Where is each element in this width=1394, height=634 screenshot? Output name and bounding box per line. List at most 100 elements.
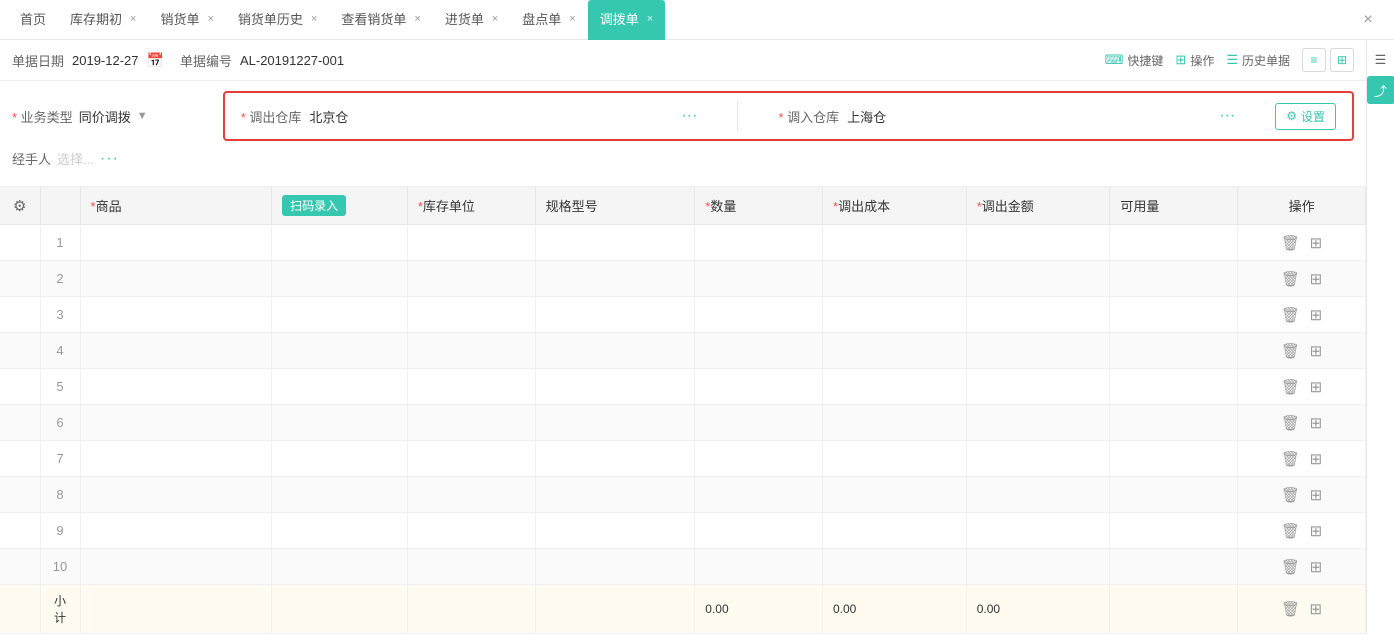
tab-sales-history[interactable]: 销货单历史 × (226, 0, 329, 40)
row-qty-8[interactable] (695, 477, 823, 513)
row-product-3[interactable] (80, 297, 272, 333)
row-amount-8 (966, 477, 1110, 513)
row-copy-icon[interactable]: ⊞ (1309, 601, 1322, 618)
row-unit-5 (407, 369, 535, 405)
tab-transfer[interactable]: 调拨单 × (588, 0, 665, 40)
handler-more-icon[interactable]: ··· (100, 150, 119, 168)
row-9-delete-icon[interactable]: 🗑 (1281, 523, 1300, 540)
target-warehouse-more-icon[interactable]: ··· (1219, 107, 1235, 125)
window-close-button[interactable]: × (1354, 6, 1382, 34)
action-label: 操作 (1190, 52, 1214, 69)
form-section: 业务类型 同价调拨 ▼ 调出仓库 北京仓 ··· 调入仓库 上海仓 ··· (0, 81, 1366, 187)
tab-sales-order[interactable]: 销货单 × (148, 0, 225, 40)
row-qty-1[interactable] (695, 225, 823, 261)
row-qty-7[interactable] (695, 441, 823, 477)
row-5-delete-icon[interactable]: 🗑 (1281, 379, 1300, 396)
row-spec-2 (535, 261, 695, 297)
calendar-icon[interactable]: 📅 (147, 52, 164, 69)
tab-purchase-order-close[interactable]: × (492, 13, 498, 25)
tab-view-sales[interactable]: 查看销货单 × (329, 0, 432, 40)
tab-inventory-close[interactable]: × (569, 13, 575, 25)
row-qty-9[interactable] (695, 513, 823, 549)
row-spec-3 (535, 297, 695, 333)
main-content: 单据日期 2019-12-27 📅 单据编号 AL-20191227-001 ⌨… (0, 40, 1366, 634)
row-10-copy-icon[interactable]: ⊞ (1310, 559, 1323, 576)
right-sidebar: ☰ ⤴ (1366, 40, 1394, 634)
row-3-copy-icon[interactable]: ⊞ (1310, 307, 1323, 324)
row-3-delete-icon[interactable]: 🗑 (1281, 307, 1300, 324)
row-product-1[interactable] (80, 225, 272, 261)
row-2-delete-icon[interactable]: 🗑 (1281, 271, 1300, 288)
layout-list-button[interactable]: ≡ (1302, 48, 1326, 72)
row-avail-9 (1110, 513, 1238, 549)
tab-view-sales-close[interactable]: × (414, 13, 420, 25)
row-6-delete-icon[interactable]: 🗑 (1281, 415, 1300, 432)
subtotal-amount: 0.00 (966, 585, 1110, 634)
row-qty-10[interactable] (695, 549, 823, 585)
row-7-copy-icon[interactable]: ⊞ (1310, 451, 1323, 468)
row-4-copy-icon[interactable]: ⊞ (1310, 343, 1323, 360)
row-ops-3: 🗑 ⊞ (1238, 297, 1366, 333)
tab-init-inventory[interactable]: 库存期初 × (58, 0, 148, 40)
row-product-2[interactable] (80, 261, 272, 297)
business-type-select[interactable]: 同价调拨 ▼ (79, 107, 199, 126)
row-1-delete-icon[interactable]: 🗑 (1281, 235, 1300, 252)
row-avail-5 (1110, 369, 1238, 405)
row-8-copy-icon[interactable]: ⊞ (1310, 487, 1323, 504)
source-warehouse-more-icon[interactable]: ··· (681, 107, 697, 125)
subtotal-product (80, 585, 272, 634)
tab-transfer-close[interactable]: × (647, 13, 653, 25)
tab-init-inventory-close[interactable]: × (130, 13, 136, 25)
row-gear-3 (0, 297, 40, 333)
row-product-7[interactable] (80, 441, 272, 477)
row-5-copy-icon[interactable]: ⊞ (1310, 379, 1323, 396)
row-spec-8 (535, 477, 695, 513)
action-button[interactable]: ⊞ 操作 (1175, 52, 1214, 69)
row-qty-2[interactable] (695, 261, 823, 297)
sidebar-export-button[interactable]: ⤴ (1367, 76, 1394, 104)
row-qty-4[interactable] (695, 333, 823, 369)
scan-button[interactable]: 扫码录入 (282, 195, 346, 216)
tab-sales-order-close[interactable]: × (207, 13, 213, 25)
history-button[interactable]: ☰ 历史单据 (1226, 52, 1290, 69)
col-qty-label: 数量 (710, 199, 736, 214)
row-product-10[interactable] (80, 549, 272, 585)
row-cost-5 (823, 369, 967, 405)
row-10-delete-icon[interactable]: 🗑 (1281, 559, 1300, 576)
row-cost-4 (823, 333, 967, 369)
row-product-5[interactable] (80, 369, 272, 405)
sidebar-list-button[interactable]: ☰ (1369, 48, 1393, 72)
layout-grid-button[interactable]: ⊞ (1330, 48, 1354, 72)
table-container: ⚙ *商品 扫码录入 *库存单位 规格型号 (0, 187, 1366, 634)
row-scan-5 (272, 369, 408, 405)
row-8-delete-icon[interactable]: 🗑 (1281, 487, 1300, 504)
row-4-delete-icon[interactable]: 🗑 (1281, 343, 1300, 360)
handler-select[interactable]: 选择... (57, 149, 94, 168)
row-product-8[interactable] (80, 477, 272, 513)
row-delete-icon[interactable]: 🗑 (1281, 601, 1300, 618)
row-9-copy-icon[interactable]: ⊞ (1310, 523, 1323, 540)
table-gear-icon[interactable]: ⚙ (13, 198, 26, 215)
row-product-9[interactable] (80, 513, 272, 549)
tab-bar: 首页 库存期初 × 销货单 × 销货单历史 × 查看销货单 × 进货单 × 盘点… (0, 0, 1394, 40)
row-6-copy-icon[interactable]: ⊞ (1310, 415, 1323, 432)
tab-sales-history-close[interactable]: × (311, 13, 317, 25)
setting-button[interactable]: ⚙ 设置 (1275, 103, 1336, 130)
col-header-cost: *调出成本 (823, 187, 967, 225)
row-num-7: 7 (40, 441, 80, 477)
row-product-4[interactable] (80, 333, 272, 369)
row-unit-3 (407, 297, 535, 333)
row-product-6[interactable] (80, 405, 272, 441)
tab-home[interactable]: 首页 (8, 0, 58, 40)
row-2-copy-icon[interactable]: ⊞ (1310, 271, 1323, 288)
row-qty-6[interactable] (695, 405, 823, 441)
tab-purchase-order[interactable]: 进货单 × (433, 0, 510, 40)
row-qty-5[interactable] (695, 369, 823, 405)
row-7-delete-icon[interactable]: 🗑 (1281, 451, 1300, 468)
tab-inventory[interactable]: 盘点单 × (510, 0, 587, 40)
row-1-copy-icon[interactable]: ⊞ (1310, 235, 1323, 252)
shortcut-button[interactable]: ⌨ 快捷键 (1105, 52, 1164, 69)
row-qty-3[interactable] (695, 297, 823, 333)
row-unit-4 (407, 333, 535, 369)
source-warehouse-label: 调出仓库 (241, 107, 302, 126)
